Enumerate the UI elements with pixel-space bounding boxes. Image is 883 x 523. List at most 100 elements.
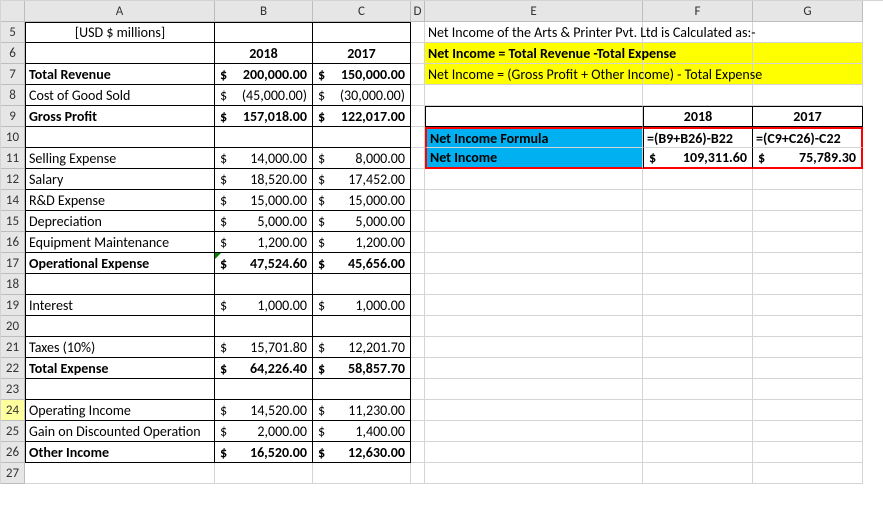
row-header-6[interactable]: 6: [1, 43, 25, 64]
cell-D24[interactable]: [411, 400, 425, 421]
cell-G20[interactable]: [753, 316, 863, 337]
cell-G12[interactable]: [753, 169, 863, 190]
cell-A19[interactable]: Interest: [25, 295, 215, 316]
cell-C19[interactable]: $1,000.00: [313, 295, 411, 316]
cell-B19[interactable]: $1,000.00: [215, 295, 313, 316]
cell-C15[interactable]: $5,000.00: [313, 211, 411, 232]
cell-F9[interactable]: 2018: [643, 106, 753, 127]
cell-E6[interactable]: Net Income = Total Revenue -Total Expens…: [425, 43, 643, 64]
cell-F10[interactable]: =(B9+B26)-B22: [643, 127, 753, 148]
cell-C20[interactable]: [313, 316, 411, 337]
cell-C18[interactable]: [313, 274, 411, 295]
cell-A7[interactable]: Total Revenue: [25, 64, 215, 85]
cell-C23[interactable]: [313, 379, 411, 400]
cell-G17[interactable]: [753, 253, 863, 274]
cell-F20[interactable]: [643, 316, 753, 337]
cell-F11[interactable]: $109,311.60: [643, 148, 753, 169]
row-header-11[interactable]: 11: [1, 148, 25, 169]
col-header-B[interactable]: B: [215, 1, 313, 22]
row-header-23[interactable]: 23: [1, 379, 25, 400]
cell-D16[interactable]: [411, 232, 425, 253]
cell-F19[interactable]: [643, 295, 753, 316]
cell-C25[interactable]: $1,400.00: [313, 421, 411, 442]
cell-B7[interactable]: $200,000.00: [215, 64, 313, 85]
cell-G23[interactable]: [753, 379, 863, 400]
cell-A24[interactable]: Operating Income: [25, 400, 215, 421]
cell-D23[interactable]: [411, 379, 425, 400]
cell-B23[interactable]: [215, 379, 313, 400]
row-header-25[interactable]: 25: [1, 421, 25, 442]
cell-D18[interactable]: [411, 274, 425, 295]
row-header-8[interactable]: 8: [1, 85, 25, 106]
cell-F23[interactable]: [643, 379, 753, 400]
row-header-18[interactable]: 18: [1, 274, 25, 295]
cell-C16[interactable]: $1,200.00: [313, 232, 411, 253]
cell-G6[interactable]: [753, 43, 863, 64]
cell-G15[interactable]: [753, 211, 863, 232]
cell-B22[interactable]: $64,226.40: [215, 358, 313, 379]
cell-D22[interactable]: [411, 358, 425, 379]
cell-D11[interactable]: [411, 148, 425, 169]
cell-A11[interactable]: Selling Expense: [25, 148, 215, 169]
cell-A26[interactable]: Other Income: [25, 442, 215, 463]
cell-F12[interactable]: [643, 169, 753, 190]
row-header-17[interactable]: 17: [1, 253, 25, 274]
cell-F18[interactable]: [643, 274, 753, 295]
row-header-22[interactable]: 22: [1, 358, 25, 379]
cell-G22[interactable]: [753, 358, 863, 379]
cell-D15[interactable]: [411, 211, 425, 232]
cell-A6[interactable]: [25, 43, 215, 64]
cell-A9[interactable]: Gross Profit: [25, 106, 215, 127]
cell-C5[interactable]: [313, 22, 411, 43]
cell-E9[interactable]: [425, 106, 643, 127]
cell-A12[interactable]: Salary: [25, 169, 215, 190]
cell-F17[interactable]: [643, 253, 753, 274]
select-all-corner[interactable]: [1, 1, 25, 22]
cell-B11[interactable]: $14,000.00: [215, 148, 313, 169]
row-header-14[interactable]: 14: [1, 190, 25, 211]
col-header-C[interactable]: C: [313, 1, 411, 22]
cell-A27[interactable]: [25, 463, 215, 484]
cell-G5[interactable]: [753, 22, 863, 43]
cell-C12[interactable]: $17,452.00: [313, 169, 411, 190]
cell-F15[interactable]: [643, 211, 753, 232]
cell-E26[interactable]: [425, 442, 643, 463]
cell-C21[interactable]: $12,201.70: [313, 337, 411, 358]
cell-E16[interactable]: [425, 232, 643, 253]
cell-C27[interactable]: [313, 463, 411, 484]
cell-C22[interactable]: $58,857.70: [313, 358, 411, 379]
cell-C8[interactable]: $(30,000.00): [313, 85, 411, 106]
cell-D8[interactable]: [411, 85, 425, 106]
cell-A5[interactable]: [USD $ millions]: [25, 22, 215, 43]
cell-F22[interactable]: [643, 358, 753, 379]
cell-B26[interactable]: $16,520.00: [215, 442, 313, 463]
cell-B25[interactable]: $2,000.00: [215, 421, 313, 442]
cell-G26[interactable]: [753, 442, 863, 463]
cell-F26[interactable]: [643, 442, 753, 463]
cell-F25[interactable]: [643, 421, 753, 442]
cell-C6[interactable]: 2017: [313, 43, 411, 64]
cell-F8[interactable]: [643, 85, 753, 106]
cell-E27[interactable]: [425, 463, 643, 484]
cell-G19[interactable]: [753, 295, 863, 316]
cell-F24[interactable]: [643, 400, 753, 421]
cell-F14[interactable]: [643, 190, 753, 211]
cell-D19[interactable]: [411, 295, 425, 316]
cell-E24[interactable]: [425, 400, 643, 421]
row-header-26[interactable]: 26: [1, 442, 25, 463]
col-header-D[interactable]: D: [411, 1, 425, 22]
cell-E14[interactable]: [425, 190, 643, 211]
cell-B27[interactable]: [215, 463, 313, 484]
cell-E10[interactable]: Net Income Formula: [425, 127, 643, 148]
row-header-9[interactable]: 9: [1, 106, 25, 127]
cell-E23[interactable]: [425, 379, 643, 400]
cell-E18[interactable]: [425, 274, 643, 295]
cell-A21[interactable]: Taxes (10%): [25, 337, 215, 358]
cell-A20[interactable]: [25, 316, 215, 337]
cell-A16[interactable]: Equipment Maintenance: [25, 232, 215, 253]
row-header-5[interactable]: 5: [1, 22, 25, 43]
cell-G8[interactable]: [753, 85, 863, 106]
cell-A14[interactable]: R&D Expense: [25, 190, 215, 211]
cell-B10[interactable]: [215, 127, 313, 148]
cell-E25[interactable]: [425, 421, 643, 442]
